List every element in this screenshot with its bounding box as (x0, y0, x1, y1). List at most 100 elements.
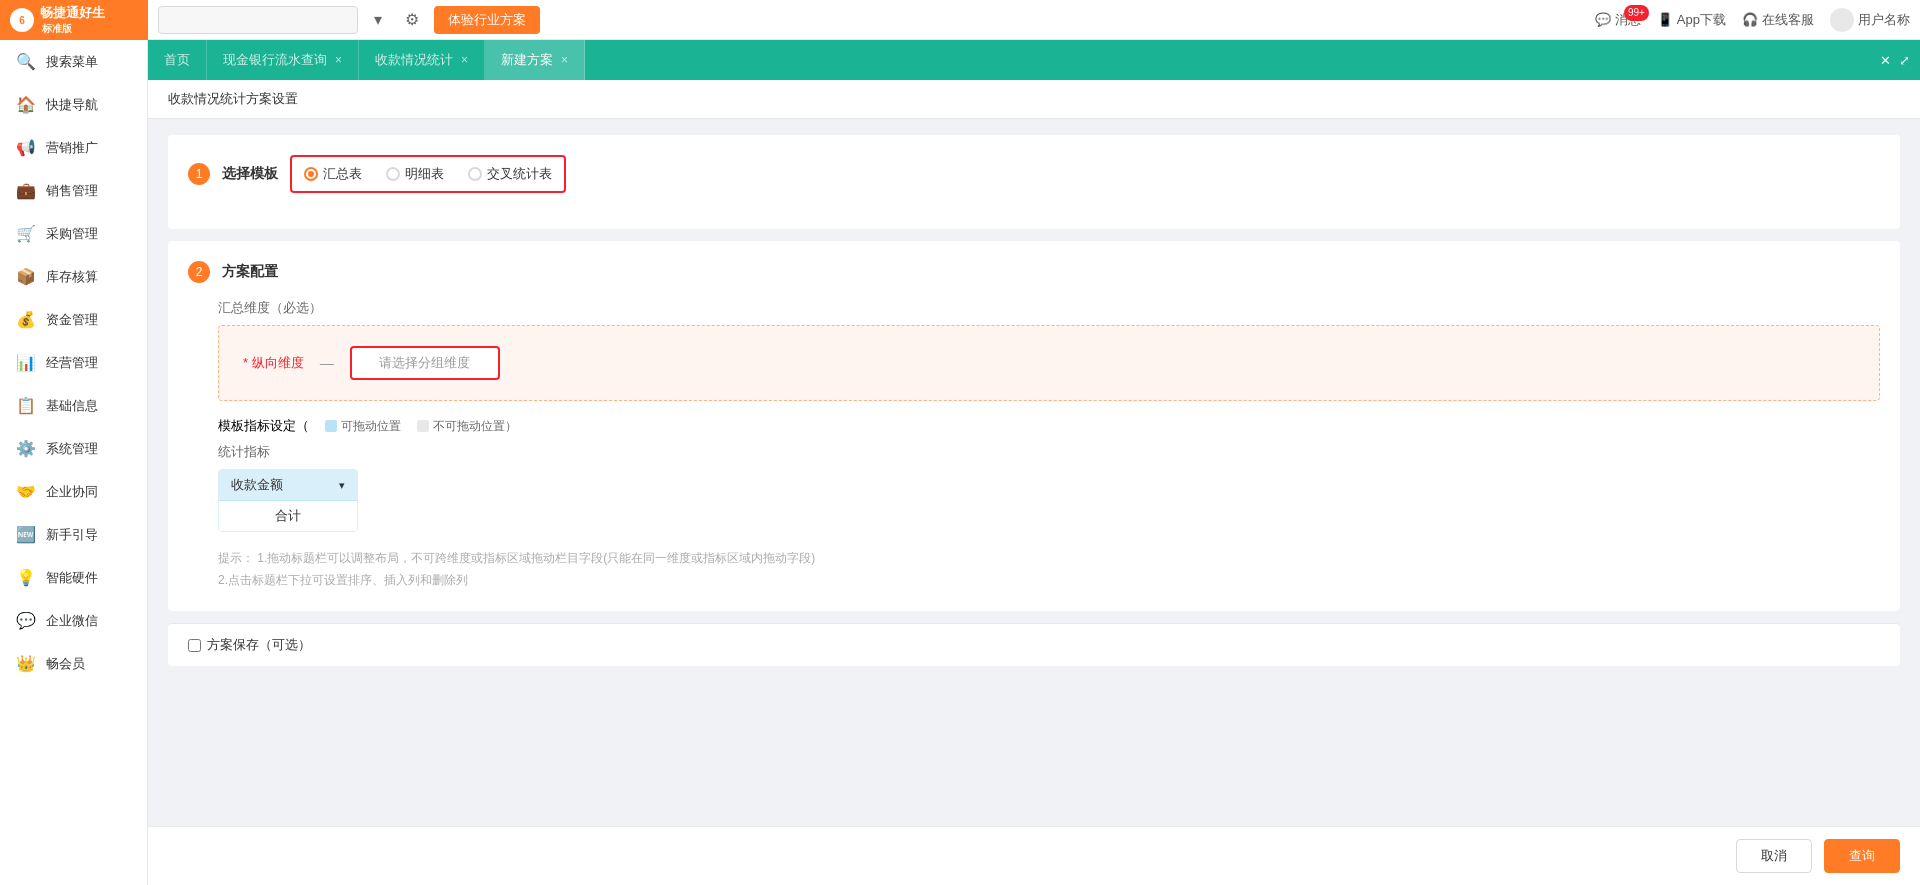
tips-area: 提示： 1.拖动标题栏可以调整布局，不可跨维度或指标区域拖动栏目字段(只能在同一… (218, 548, 1880, 591)
sidebar-item-marketing[interactable]: 📢 营销推广 (0, 126, 147, 169)
step1-circle: 1 (188, 163, 210, 185)
sidebar-item-operation[interactable]: 📊 经营管理 (0, 341, 147, 384)
metrics-title-text: 模板指标设定（ (218, 417, 309, 435)
sidebar-item-weixin[interactable]: 💬 企业微信 (0, 599, 147, 642)
radio-dot-summary (304, 167, 318, 181)
search-icon: 🔍 (16, 52, 36, 71)
sidebar-label-hardware: 智能硬件 (46, 569, 98, 587)
app-download-button[interactable]: 📱 App下载 (1657, 11, 1726, 29)
industry-button[interactable]: 体验行业方案 (434, 6, 540, 34)
sidebar-label-search: 搜索菜单 (46, 53, 98, 71)
online-service-button[interactable]: 🎧 在线客服 (1742, 11, 1814, 29)
message-icon: 💬 (1595, 12, 1611, 27)
sidebar-label-finance: 资金管理 (46, 311, 98, 329)
cancel-button[interactable]: 取消 (1736, 839, 1812, 873)
tab-home-label: 首页 (164, 51, 190, 69)
sidebar-item-sales[interactable]: 💼 销售管理 (0, 169, 147, 212)
sidebar-item-member[interactable]: 👑 畅会员 (0, 642, 147, 685)
dimension-select[interactable]: 请选择分组维度 (350, 346, 500, 380)
home-icon: 🏠 (16, 95, 36, 114)
operation-icon: 📊 (16, 353, 36, 372)
dimension-arrow: — (320, 355, 334, 371)
download-label: App下载 (1677, 11, 1726, 29)
step2-label: 方案配置 (222, 263, 278, 281)
sidebar-label-nav: 快捷导航 (46, 96, 98, 114)
header-gear-btn[interactable]: ⚙ (398, 6, 426, 34)
query-button[interactable]: 查询 (1824, 839, 1900, 873)
sidebar-item-search[interactable]: 🔍 搜索菜单 (0, 40, 147, 83)
drag-indicator (325, 420, 337, 432)
sidebar-label-purchase: 采购管理 (46, 225, 98, 243)
vertical-label: * 纵向维度 (243, 354, 304, 372)
metrics-section: 模板指标设定（ 可拖动位置 不可拖动位置） 统计指标 (218, 417, 1880, 532)
sidebar-item-basic[interactable]: 📋 基础信息 (0, 384, 147, 427)
sidebar-label-inventory: 库存核算 (46, 268, 98, 286)
message-button[interactable]: 💬 消息 99+ (1595, 11, 1641, 29)
bottom-action-bar: 取消 查询 (148, 826, 1920, 885)
tab-new-plan-close[interactable]: × (561, 53, 568, 67)
sidebar: 🔍 搜索菜单 🏠 快捷导航 📢 营销推广 💼 销售管理 🛒 采购管理 📦 库存核… (0, 40, 148, 885)
logo-badge: 标准版 (42, 22, 105, 36)
radio-summary-label: 汇总表 (323, 165, 362, 183)
save-label: 方案保存（可选） (207, 636, 311, 654)
sidebar-label-system: 系统管理 (46, 440, 98, 458)
step1-label: 选择模板 (222, 165, 278, 183)
sidebar-item-corp[interactable]: 🤝 企业协同 (0, 470, 147, 513)
logo-area: 6 畅捷通好生 标准版 (0, 0, 148, 40)
tab-cashflow[interactable]: 现金银行流水查询 × (207, 40, 359, 80)
save-checkbox[interactable] (188, 639, 201, 652)
page-body: 1 选择模板 汇总表 明细表 (148, 119, 1920, 826)
header-dropdown-btn[interactable]: ▾ (366, 8, 390, 32)
tab-bar-actions: ✕ ⤢ (1870, 53, 1920, 68)
user-area[interactable]: 用户名称 (1830, 8, 1910, 32)
radio-summary[interactable]: 汇总表 (304, 165, 362, 183)
sidebar-item-nav[interactable]: 🏠 快捷导航 (0, 83, 147, 126)
metrics-dropdown-icon[interactable]: ▾ (339, 479, 345, 492)
weixin-icon: 💬 (16, 611, 36, 630)
sidebar-label-operation: 经营管理 (46, 354, 98, 372)
header-right: 💬 消息 99+ 📱 App下载 🎧 在线客服 用户名称 (1595, 0, 1920, 39)
user-name: 用户名称 (1858, 11, 1910, 29)
radio-detail-label: 明细表 (405, 165, 444, 183)
guide-icon: 🆕 (16, 525, 36, 544)
member-icon: 👑 (16, 654, 36, 673)
logo-icon: 6 (10, 8, 34, 32)
tab-cashflow-close[interactable]: × (335, 53, 342, 67)
content-area: 收款情况统计方案设置 1 选择模板 汇总表 (148, 80, 1920, 885)
basic-icon: 📋 (16, 396, 36, 415)
sidebar-item-inventory[interactable]: 📦 库存核算 (0, 255, 147, 298)
header-search-area: ▾ ⚙ 体验行业方案 (148, 0, 1595, 39)
tab-home[interactable]: 首页 (148, 40, 207, 80)
page-title: 收款情况统计方案设置 (168, 91, 298, 106)
radio-dot-cross (468, 167, 482, 181)
sidebar-label-guide: 新手引导 (46, 526, 98, 544)
step2-circle: 2 (188, 261, 210, 283)
sidebar-item-guide[interactable]: 🆕 新手引导 (0, 513, 147, 556)
system-icon: ⚙️ (16, 439, 36, 458)
legend-nodrag: 不可拖动位置） (417, 418, 517, 435)
inventory-icon: 📦 (16, 267, 36, 286)
sidebar-label-weixin: 企业微信 (46, 612, 98, 630)
tab-collection-close[interactable]: × (461, 53, 468, 67)
header-search-input[interactable] (158, 6, 358, 34)
step2-row: 2 方案配置 (188, 261, 1880, 283)
radio-detail[interactable]: 明细表 (386, 165, 444, 183)
radio-cross-label: 交叉统计表 (487, 165, 552, 183)
sidebar-item-system[interactable]: ⚙️ 系统管理 (0, 427, 147, 470)
tab-expand-icon[interactable]: ⤢ (1899, 53, 1910, 68)
tab-collection[interactable]: 收款情况统计 × (359, 40, 485, 80)
tip-1: 提示： 1.拖动标题栏可以调整布局，不可跨维度或指标区域拖动栏目字段(只能在同一… (218, 548, 1880, 570)
sidebar-label-sales: 销售管理 (46, 182, 98, 200)
user-avatar (1830, 8, 1854, 32)
radio-cross[interactable]: 交叉统计表 (468, 165, 552, 183)
tab-cashflow-label: 现金银行流水查询 (223, 51, 327, 69)
tab-new-plan[interactable]: 新建方案 × (485, 40, 585, 80)
tab-close-icon[interactable]: ✕ (1880, 53, 1891, 68)
sidebar-item-purchase[interactable]: 🛒 采购管理 (0, 212, 147, 255)
sidebar-item-finance[interactable]: 💰 资金管理 (0, 298, 147, 341)
section2-card: 2 方案配置 汇总维度（必选） * 纵向维度 — 请选择分组维度 (168, 241, 1900, 611)
service-label: 在线客服 (1762, 11, 1814, 29)
metrics-header[interactable]: 收款金额 ▾ (219, 470, 357, 501)
sales-icon: 💼 (16, 181, 36, 200)
sidebar-item-hardware[interactable]: 💡 智能硬件 (0, 556, 147, 599)
